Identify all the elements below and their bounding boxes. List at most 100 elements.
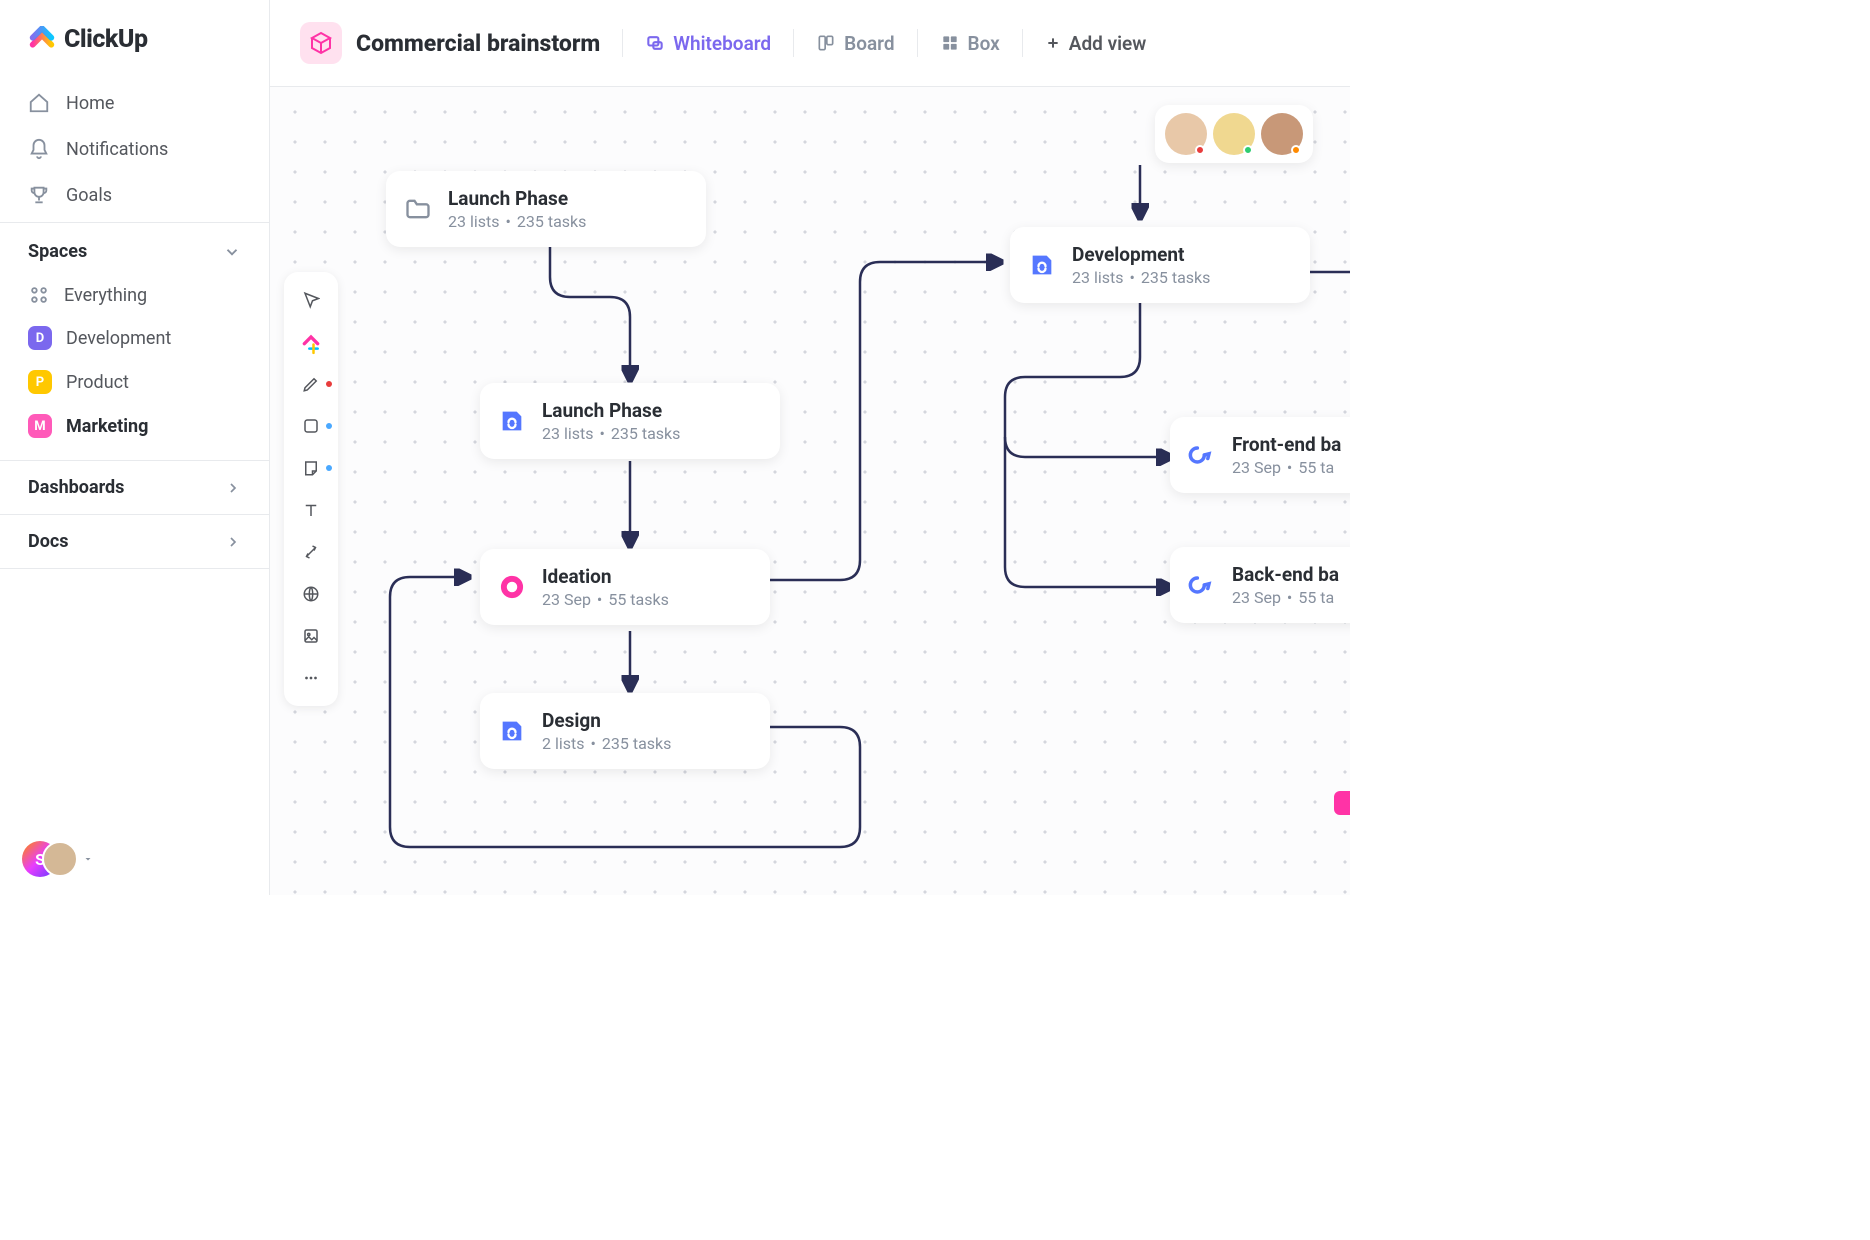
spaces-label: Spaces — [28, 241, 87, 262]
sidebar-item-label: Everything — [64, 285, 147, 306]
tab-whiteboard[interactable]: Whiteboard — [645, 32, 771, 55]
card-meta: 23 Sep — [542, 590, 591, 609]
sidebar-item-label: Product — [66, 372, 129, 393]
tab-label: Board — [844, 32, 894, 55]
tab-board[interactable]: Board — [816, 32, 894, 55]
topbar: Commercial brainstorm Whiteboard Board B… — [270, 0, 1350, 87]
sidebar-item-label: Dashboards — [28, 477, 124, 498]
page-title-block[interactable]: Commercial brainstorm — [300, 22, 600, 64]
card-meta: 55 ta — [1298, 458, 1334, 477]
tab-label: Whiteboard — [673, 32, 771, 55]
bell-icon — [28, 138, 50, 160]
tool-image[interactable] — [284, 618, 338, 654]
sidebar-item-label: Docs — [28, 531, 68, 552]
card-meta: 2 lists — [542, 734, 585, 753]
card-meta: 55 ta — [1298, 588, 1334, 607]
space-badge: M — [28, 414, 52, 438]
cube-icon — [300, 22, 342, 64]
caret-down-icon — [82, 853, 94, 865]
sidebar: ClickUp Home Notifications Goals Spaces … — [0, 0, 270, 895]
avatar — [1213, 113, 1255, 155]
tab-box[interactable]: Box — [940, 32, 1000, 55]
sidebar-item-development[interactable]: D Development — [0, 316, 269, 360]
card-design[interactable]: Design 2 lists•235 tasks — [480, 693, 770, 769]
nav-goals[interactable]: Goals — [0, 172, 269, 218]
add-view-button[interactable]: Add view — [1045, 32, 1147, 55]
presence-avatars[interactable] — [1155, 105, 1313, 163]
sidebar-docs[interactable]: Docs — [0, 515, 269, 568]
sidebar-item-product[interactable]: P Product — [0, 360, 269, 404]
main: Commercial brainstorm Whiteboard Board B… — [270, 0, 1350, 895]
chevron-down-icon — [223, 243, 241, 261]
card-meta: 235 tasks — [611, 424, 681, 443]
card-title: Front-end ba — [1232, 433, 1341, 456]
list-sync-icon — [498, 407, 526, 435]
nav-label: Notifications — [66, 139, 168, 160]
card-meta: 23 lists — [542, 424, 593, 443]
card-title: Design — [542, 709, 671, 732]
card-ideation[interactable]: Ideation 23 Sep•55 tasks — [480, 549, 770, 625]
card-title: Launch Phase — [448, 187, 586, 210]
list-sync-icon — [498, 717, 526, 745]
logo-text: ClickUp — [64, 25, 148, 54]
side-handle[interactable] — [1334, 791, 1350, 815]
card-title: Development — [1072, 243, 1210, 266]
sidebar-item-label: Marketing — [66, 416, 148, 437]
nav-notifications[interactable]: Notifications — [0, 126, 269, 172]
status-circle-icon — [498, 573, 526, 601]
tool-note[interactable] — [284, 450, 338, 486]
tool-connector[interactable] — [284, 534, 338, 570]
tool-clickup[interactable] — [284, 324, 338, 360]
logo[interactable]: ClickUp — [0, 0, 269, 76]
card-development[interactable]: Development 23 lists•235 tasks — [1010, 227, 1310, 303]
sidebar-dashboards[interactable]: Dashboards — [0, 461, 269, 514]
card-title: Launch Phase — [542, 399, 680, 422]
arrow-loop-icon — [1188, 441, 1216, 469]
card-launch-folder[interactable]: Launch Phase 23 lists•235 tasks — [386, 171, 706, 247]
card-meta: 235 tasks — [1141, 268, 1211, 287]
nav-label: Goals — [66, 185, 112, 206]
avatar — [42, 841, 78, 877]
box-icon — [940, 33, 960, 53]
tool-shape[interactable] — [284, 408, 338, 444]
whiteboard-toolbar — [284, 272, 338, 706]
nav-home[interactable]: Home — [0, 80, 269, 126]
card-meta: 23 Sep — [1232, 588, 1281, 607]
card-meta: 55 tasks — [608, 590, 669, 609]
sidebar-item-label: Development — [66, 328, 171, 349]
card-meta: 23 lists — [1072, 268, 1123, 287]
tab-label: Box — [968, 32, 1000, 55]
card-title: Ideation — [542, 565, 669, 588]
spaces-header[interactable]: Spaces — [0, 223, 269, 274]
card-meta: 23 lists — [448, 212, 499, 231]
card-frontend[interactable]: Front-end ba 23 Sep•55 ta — [1170, 417, 1350, 493]
card-meta: 235 tasks — [602, 734, 672, 753]
add-view-label: Add view — [1069, 32, 1147, 55]
clickup-logo-icon — [28, 26, 56, 54]
list-sync-icon — [1028, 251, 1056, 279]
whiteboard-canvas[interactable]: Launch Phase 23 lists•235 tasks Launch P… — [270, 87, 1350, 895]
sidebar-item-marketing[interactable]: M Marketing — [0, 404, 269, 448]
tool-text[interactable] — [284, 492, 338, 528]
profile-menu[interactable]: S — [22, 841, 94, 877]
whiteboard-icon — [645, 33, 665, 53]
tool-embed[interactable] — [284, 576, 338, 612]
grid-icon — [28, 284, 50, 306]
board-icon — [816, 33, 836, 53]
sidebar-item-everything[interactable]: Everything — [0, 274, 269, 316]
tool-more[interactable] — [284, 660, 338, 696]
card-launch-list[interactable]: Launch Phase 23 lists•235 tasks — [480, 383, 780, 459]
tool-pen[interactable] — [284, 366, 338, 402]
card-meta: 235 tasks — [517, 212, 587, 231]
home-icon — [28, 92, 50, 114]
tool-select[interactable] — [284, 282, 338, 318]
page-title: Commercial brainstorm — [356, 30, 600, 57]
avatar — [1165, 113, 1207, 155]
nav-label: Home — [66, 93, 114, 114]
folder-icon — [404, 195, 432, 223]
space-badge: D — [28, 326, 52, 350]
card-backend[interactable]: Back-end ba 23 Sep•55 ta — [1170, 547, 1350, 623]
card-title: Back-end ba — [1232, 563, 1339, 586]
avatar — [1261, 113, 1303, 155]
chevron-right-icon — [225, 534, 241, 550]
